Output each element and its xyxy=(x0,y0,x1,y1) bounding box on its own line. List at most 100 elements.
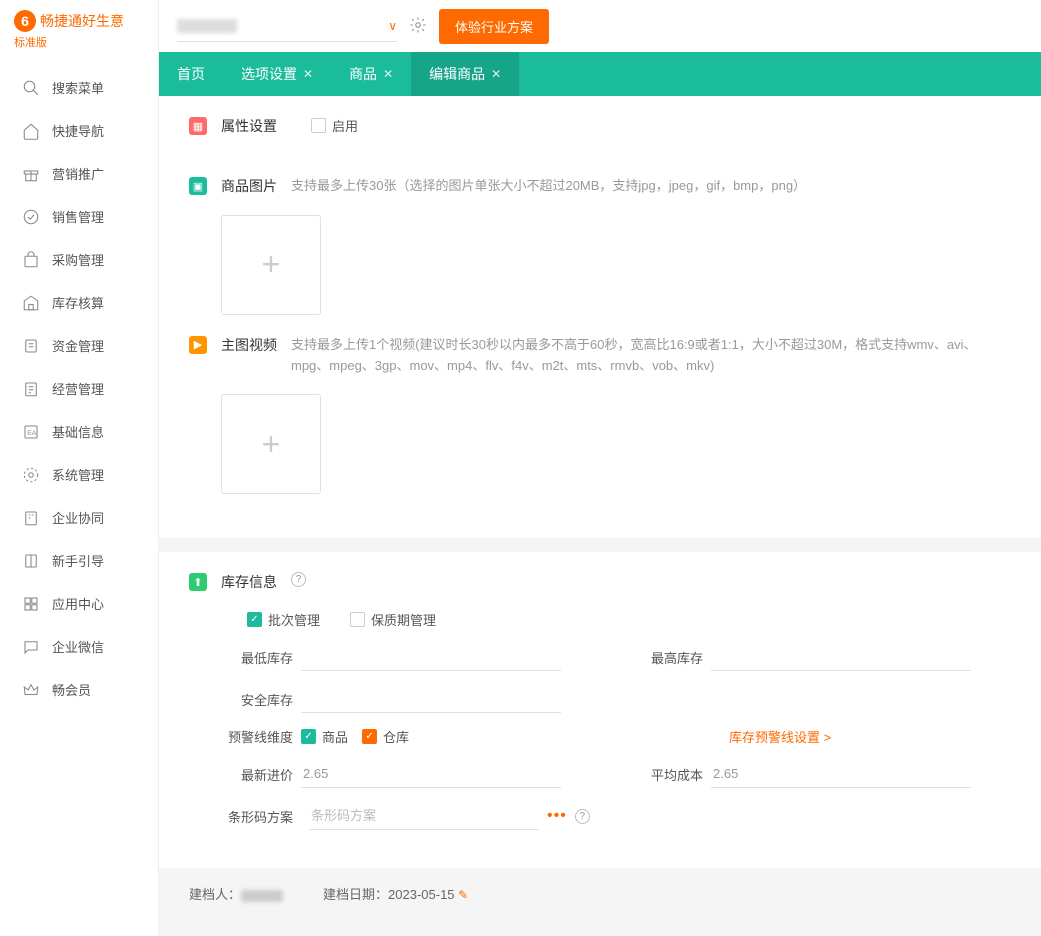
nav-member[interactable]: 畅会员 xyxy=(0,668,158,711)
tab-label: 商品 xyxy=(349,64,377,84)
safe-stock-label: 安全库存 xyxy=(221,690,293,709)
org-name-blurred xyxy=(177,19,237,33)
book-icon xyxy=(22,552,40,570)
nav-label: 畅会员 xyxy=(52,680,91,699)
nav-label: 采购管理 xyxy=(52,250,104,269)
latest-price-input[interactable] xyxy=(301,760,561,788)
attribute-icon: ▦ xyxy=(189,117,207,135)
cta-button[interactable]: 体验行业方案 xyxy=(439,9,549,44)
building-icon xyxy=(22,509,40,527)
barcode-input[interactable] xyxy=(309,802,539,830)
help-icon[interactable]: ? xyxy=(291,572,306,587)
section-title: 属性设置 xyxy=(221,116,277,136)
nav-label: 企业微信 xyxy=(52,637,104,656)
alert-settings-link[interactable]: 库存预警线设置 > xyxy=(729,727,831,746)
close-icon[interactable]: ✕ xyxy=(383,67,393,81)
money-icon xyxy=(22,337,40,355)
checkbox-box: ✓ xyxy=(362,729,377,744)
image-icon: ▣ xyxy=(189,177,207,195)
checkbox-box xyxy=(311,118,326,133)
stock-icon: ⬆ xyxy=(189,573,207,591)
nav-label: 企业协同 xyxy=(52,508,104,527)
nav-label: 销售管理 xyxy=(52,207,104,226)
nav-inventory[interactable]: 库存核算 xyxy=(0,281,158,324)
image-upload-button[interactable]: + xyxy=(221,215,321,315)
home-icon xyxy=(22,122,40,140)
brand-icon: 6 xyxy=(14,10,36,32)
enable-checkbox[interactable]: 启用 xyxy=(311,116,358,135)
creator-field: 建档人： xyxy=(189,884,283,903)
org-selector[interactable]: ∨ xyxy=(177,10,397,42)
warehouse-icon xyxy=(22,294,40,312)
tab-home[interactable]: 首页 xyxy=(159,52,223,96)
settings-button[interactable] xyxy=(409,16,427,37)
more-icon[interactable]: ••• xyxy=(547,807,567,825)
tab-options[interactable]: 选项设置 ✕ xyxy=(223,52,331,96)
nav-quicknav[interactable]: 快捷导航 xyxy=(0,109,158,152)
nav-sales[interactable]: 销售管理 xyxy=(0,195,158,238)
topbar: ∨ 体验行业方案 xyxy=(159,0,1041,52)
nav-label: 基础信息 xyxy=(52,422,104,441)
nav-basic[interactable]: EA 基础信息 xyxy=(0,410,158,453)
checkbox-label: 商品 xyxy=(322,727,348,746)
tab-bar: 首页 选项设置 ✕ 商品 ✕ 编辑商品 ✕ xyxy=(159,52,1041,96)
tab-label: 选项设置 xyxy=(241,64,297,84)
nav-label: 新手引导 xyxy=(52,551,104,570)
checkbox-label: 仓库 xyxy=(383,727,409,746)
section-hint: 支持最多上传30张（选择的图片单张大小不超过20MB，支持jpg，jpeg，gi… xyxy=(291,176,806,197)
nav-label: 搜索菜单 xyxy=(52,78,104,97)
svg-text:EA: EA xyxy=(27,430,37,437)
min-stock-input[interactable] xyxy=(301,643,561,671)
alert-dim-label: 预警线维度 xyxy=(221,727,293,746)
main-area: ∨ 体验行业方案 首页 选项设置 ✕ 商品 ✕ 编辑商品 ✕ ▦ 属性设置 启用 xyxy=(159,0,1041,936)
avg-cost-input[interactable] xyxy=(711,760,971,788)
section-stock: ⬆ 库存信息 ? xyxy=(189,572,1011,592)
checkbox-box: ✓ xyxy=(301,729,316,744)
document-icon: EA xyxy=(22,423,40,441)
sidebar: 6 畅捷通好生意 标准版 搜索菜单 快捷导航 营销推广 销售管理 采购管理 库存… xyxy=(0,0,159,936)
video-upload-button[interactable]: + xyxy=(221,394,321,494)
nav-operation[interactable]: 经营管理 xyxy=(0,367,158,410)
nav-label: 快捷导航 xyxy=(52,121,104,140)
gift-icon xyxy=(22,165,40,183)
safe-stock-input[interactable] xyxy=(301,685,561,713)
clipboard-icon xyxy=(22,380,40,398)
alert-product-checkbox[interactable]: ✓ 商品 xyxy=(301,727,348,746)
checkbox-box: ✓ xyxy=(247,612,262,627)
nav-label: 应用中心 xyxy=(52,594,104,613)
section-images: ▣ 商品图片 支持最多上传30张（选择的图片单张大小不超过20MB，支持jpg，… xyxy=(189,176,1011,197)
nav-enterprise[interactable]: 企业协同 xyxy=(0,496,158,539)
nav-purchase[interactable]: 采购管理 xyxy=(0,238,158,281)
apps-icon xyxy=(22,595,40,613)
nav-search[interactable]: 搜索菜单 xyxy=(0,66,158,109)
checkbox-label: 启用 xyxy=(332,116,358,135)
nav-appcenter[interactable]: 应用中心 xyxy=(0,582,158,625)
nav-marketing[interactable]: 营销推广 xyxy=(0,152,158,195)
section-attributes: ▦ 属性设置 启用 xyxy=(189,116,1011,136)
latest-price-label: 最新进价 xyxy=(221,765,293,784)
help-icon[interactable]: ? xyxy=(575,809,590,824)
batch-checkbox[interactable]: ✓ 批次管理 xyxy=(247,610,320,629)
section-hint: 支持最多上传1个视频(建议时长30秒以内最多不高于60秒，宽高比16:9或者1:… xyxy=(291,335,1011,377)
edit-icon[interactable]: ✎ xyxy=(458,888,468,902)
close-icon[interactable]: ✕ xyxy=(303,67,313,81)
tab-products[interactable]: 商品 ✕ xyxy=(331,52,411,96)
max-stock-input[interactable] xyxy=(711,643,971,671)
search-icon xyxy=(22,79,40,97)
checkbox-label: 批次管理 xyxy=(268,610,320,629)
nav-system[interactable]: 系统管理 xyxy=(0,453,158,496)
brand-edition: 标准版 xyxy=(14,34,144,50)
content-scroll[interactable]: ▦ 属性设置 启用 ▣ 商品图片 支持最多上传30张（选择的图片单张大小不超过2… xyxy=(159,96,1041,936)
nav-wechat[interactable]: 企业微信 xyxy=(0,625,158,668)
barcode-label: 条形码方案 xyxy=(221,807,293,826)
tab-edit-product[interactable]: 编辑商品 ✕ xyxy=(411,52,519,96)
nav-finance[interactable]: 资金管理 xyxy=(0,324,158,367)
alert-warehouse-checkbox[interactable]: ✓ 仓库 xyxy=(362,727,409,746)
close-icon[interactable]: ✕ xyxy=(491,67,501,81)
nav-guide[interactable]: 新手引导 xyxy=(0,539,158,582)
section-title: 商品图片 xyxy=(221,176,277,196)
tab-label: 编辑商品 xyxy=(429,64,485,84)
brand-logo: 6 畅捷通好生意 标准版 xyxy=(0,0,158,56)
nav-label: 营销推广 xyxy=(52,164,104,183)
shelflife-checkbox[interactable]: 保质期管理 xyxy=(350,610,436,629)
